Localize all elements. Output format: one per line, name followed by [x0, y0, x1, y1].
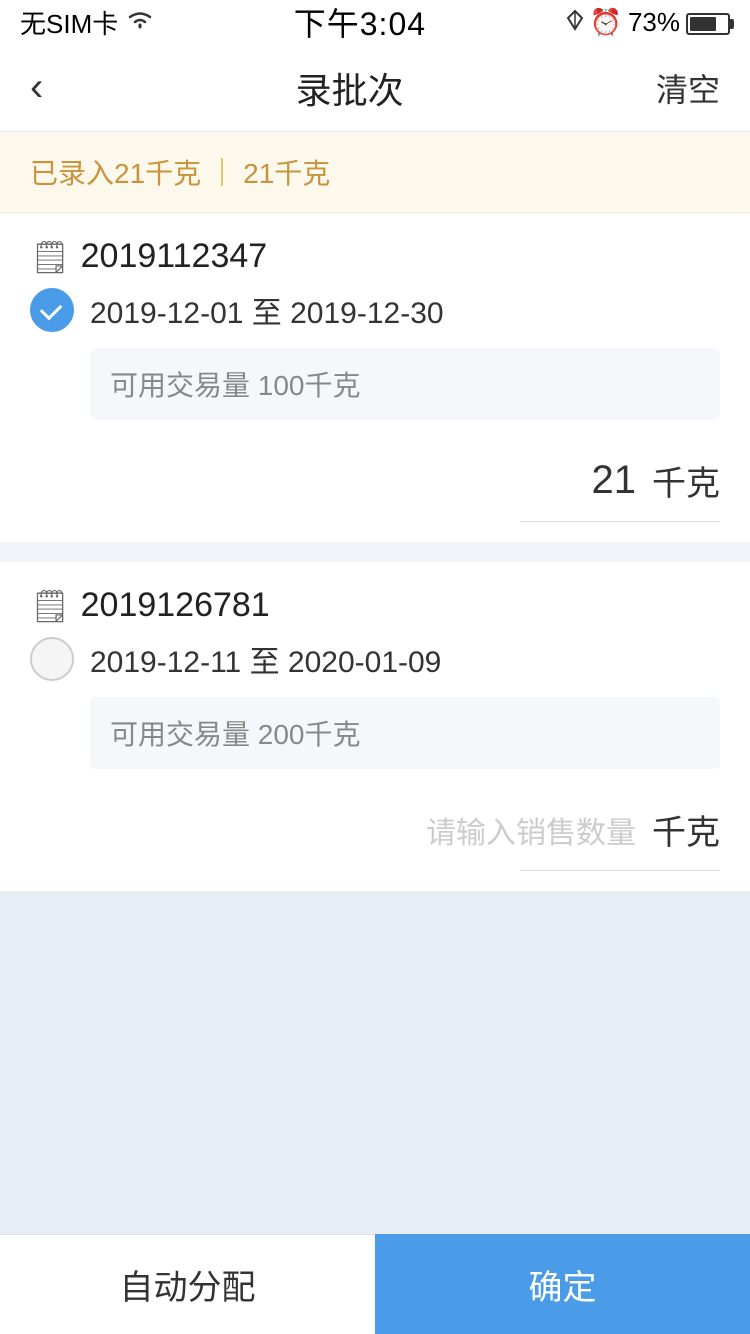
- clear-button[interactable]: 清空: [656, 65, 720, 111]
- radio-button-1[interactable]: [30, 288, 74, 332]
- batch-row-2[interactable]: 2019-12-11 至 2020-01-09: [30, 637, 720, 681]
- wifi-icon: [126, 7, 154, 38]
- batch-id-2: 2019126781: [81, 586, 270, 625]
- status-bar: 无SIM卡 下午3:04 ⏰ 73%: [0, 0, 750, 44]
- radio-button-2[interactable]: [30, 637, 74, 681]
- batch-header-2: 🗒 2019126781: [30, 586, 720, 625]
- quantity-row-2: 请输入销售数量 千克: [0, 789, 750, 870]
- batch-doc-icon-1: 🗒: [30, 238, 71, 276]
- auto-distribute-button[interactable]: 自动分配: [0, 1234, 375, 1334]
- bottom-buttons: 自动分配 确定: [0, 1234, 750, 1334]
- batch-doc-icon-2: 🗒: [30, 587, 71, 625]
- status-right: ⏰ 73%: [566, 7, 730, 38]
- carrier-text: 无SIM卡: [20, 4, 118, 41]
- quantity-unit-1: 千克: [652, 456, 720, 505]
- quantity-unit-2: 千克: [652, 805, 720, 854]
- recorded-value: 21千克: [243, 152, 330, 192]
- batch-item-2: 🗒 2019126781 2019-12-11 至 2020-01-09 可用交…: [0, 562, 750, 769]
- page-title: 录批次: [296, 62, 404, 114]
- battery-percent: 73%: [628, 7, 680, 38]
- batch-date-1: 2019-12-01 至 2019-12-30: [90, 288, 444, 332]
- info-bar: 已录入21千克 21千克: [0, 132, 750, 213]
- alarm-icon: ⏰: [590, 7, 622, 38]
- batch-header-1: 🗒 2019112347: [30, 237, 720, 276]
- back-button[interactable]: ‹: [30, 65, 43, 110]
- location-icon: [566, 7, 584, 38]
- batch-row-1[interactable]: 2019-12-01 至 2019-12-30: [30, 288, 720, 332]
- quantity-input-1[interactable]: [516, 458, 636, 503]
- batch-card-2: 🗒 2019126781 2019-12-11 至 2020-01-09 可用交…: [0, 562, 750, 891]
- section-divider: [0, 542, 750, 562]
- quantity-placeholder-2: 请输入销售数量: [30, 808, 636, 852]
- nav-bar: ‹ 录批次 清空: [0, 44, 750, 132]
- battery-icon: [686, 7, 730, 38]
- batch-card-1: 🗒 2019112347 2019-12-01 至 2019-12-30 可用交…: [0, 213, 750, 542]
- batch-date-2: 2019-12-11 至 2020-01-09: [90, 637, 441, 681]
- batch-available-1: 可用交易量 100千克: [90, 348, 720, 420]
- quantity-row-1: 千克: [0, 440, 750, 521]
- batch-item-1: 🗒 2019112347 2019-12-01 至 2019-12-30 可用交…: [0, 213, 750, 420]
- batch-available-2: 可用交易量 200千克: [90, 697, 720, 769]
- info-divider: [221, 158, 223, 186]
- empty-area: [0, 891, 750, 1271]
- batch-id-1: 2019112347: [81, 237, 268, 276]
- time-display: 下午3:04: [294, 0, 426, 45]
- status-left: 无SIM卡: [20, 4, 154, 41]
- recorded-label: 已录入21千克: [30, 152, 201, 192]
- confirm-button[interactable]: 确定: [375, 1234, 750, 1334]
